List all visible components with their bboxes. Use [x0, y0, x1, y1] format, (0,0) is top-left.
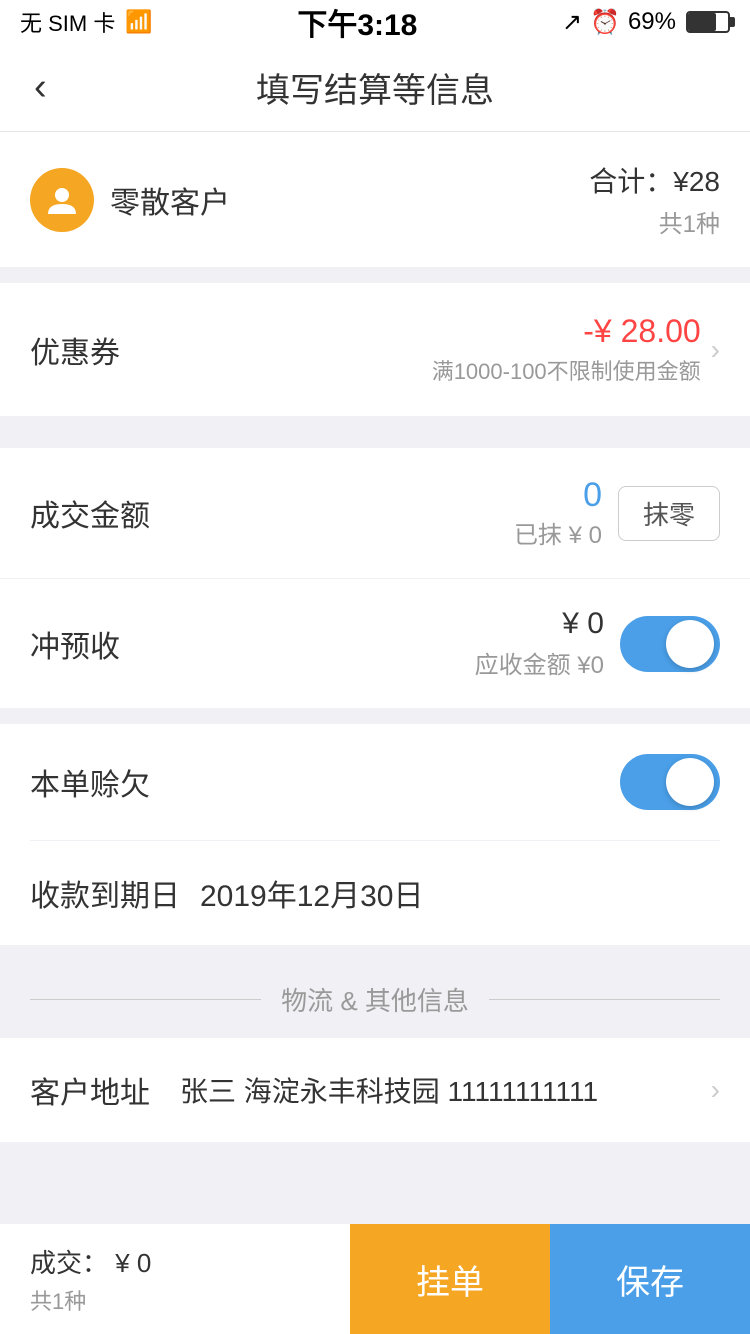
- customer-count: 共1种: [589, 204, 720, 239]
- debt-section: 本单赊欠 收款到期日 2019年12月30日: [0, 724, 750, 945]
- status-left: 无 SIM 卡 📶: [20, 6, 153, 38]
- battery-text: 69%: [628, 8, 676, 36]
- due-date-value: 2019年12月30日: [200, 871, 423, 915]
- transaction-section: 成交金额 0 已抹 ¥ 0 抹零 冲预收 ¥ 0 应收金额 ¥0: [0, 448, 750, 708]
- wifi-icon: 📶: [125, 9, 152, 35]
- bottom-deal: 成交： ¥ 0: [30, 1243, 320, 1280]
- no-sim-text: 无 SIM 卡: [20, 6, 115, 38]
- back-button[interactable]: ‹: [24, 56, 57, 119]
- coupon-chevron-icon: ›: [711, 334, 720, 366]
- logistics-line-left: [30, 999, 261, 1000]
- customer-section: 零散客户 合计：¥28 共1种: [0, 132, 750, 267]
- status-time: 下午3:18: [297, 0, 417, 44]
- content: 零散客户 合计：¥28 共1种 优惠券 -¥ 28.00 满1000-100不限…: [0, 132, 750, 1278]
- prepayment-row: 冲预收 ¥ 0 应收金额 ¥0: [0, 579, 750, 708]
- logistics-line-right: [489, 999, 720, 1000]
- transaction-amount-row: 成交金额 0 已抹 ¥ 0 抹零: [0, 448, 750, 579]
- round-zero-button[interactable]: 抹零: [618, 486, 720, 541]
- prepayment-right: ¥ 0 应收金额 ¥0: [475, 607, 720, 680]
- battery-icon: [686, 11, 730, 33]
- customer-name: 零散客户: [110, 178, 230, 222]
- prepayment-receivable: 应收金额 ¥0: [475, 645, 604, 680]
- location-icon: ↗: [562, 8, 582, 37]
- coupon-label: 优惠券: [30, 328, 120, 372]
- address-label: 客户地址: [30, 1068, 150, 1112]
- customer-avatar: [30, 168, 94, 232]
- debt-toggle-knob: [666, 758, 714, 806]
- due-date-row: 收款到期日 2019年12月30日: [0, 841, 750, 945]
- debt-label: 本单赊欠: [30, 760, 150, 804]
- page-title: 填写结算等信息: [256, 63, 494, 112]
- section-separator-3: [0, 945, 750, 961]
- customer-right: 合计：¥28 共1种: [589, 160, 720, 239]
- transaction-amount-right: 0 已抹 ¥ 0 抹零: [514, 476, 720, 550]
- coupon-row[interactable]: 优惠券 -¥ 28.00 满1000-100不限制使用金额 ›: [0, 283, 750, 416]
- address-value: 张三 海淀永丰科技园 11111111111: [180, 1070, 711, 1110]
- status-right: ↗ ⏰ 69%: [562, 8, 730, 37]
- already-rounded-text: 已抹 ¥ 0: [514, 515, 602, 550]
- customer-total: 合计：¥28: [589, 160, 720, 200]
- bottom-deal-amount: ¥ 0: [115, 1248, 151, 1278]
- customer-left: 零散客户: [30, 168, 230, 232]
- logistics-header: 物流 & 其他信息: [0, 961, 750, 1038]
- coupon-right: -¥ 28.00 满1000-100不限制使用金额 ›: [432, 313, 720, 386]
- coupon-desc: 满1000-100不限制使用金额: [432, 354, 701, 386]
- save-button[interactable]: 保存: [550, 1224, 750, 1334]
- prepayment-toggle-knob: [666, 620, 714, 668]
- bottom-deal-label: 成交：: [30, 1248, 108, 1278]
- debt-row: 本单赊欠: [0, 724, 750, 840]
- address-section[interactable]: 客户地址 张三 海淀永丰科技园 11111111111 ›: [0, 1038, 750, 1142]
- prepayment-toggle[interactable]: [620, 616, 720, 672]
- battery-fill: [688, 13, 716, 31]
- prepayment-label: 冲预收: [30, 622, 120, 666]
- transaction-amount-value[interactable]: 0: [514, 476, 602, 515]
- hold-button[interactable]: 挂单: [350, 1224, 550, 1334]
- address-row[interactable]: 客户地址 张三 海淀永丰科技园 11111111111 ›: [0, 1038, 750, 1142]
- status-bar: 无 SIM 卡 📶 下午3:18 ↗ ⏰ 69%: [0, 0, 750, 44]
- prepayment-amounts: ¥ 0 应收金额 ¥0: [475, 607, 604, 680]
- coupon-right-content: -¥ 28.00 满1000-100不限制使用金额: [432, 313, 701, 386]
- bottom-info: 成交： ¥ 0 共1种: [0, 1224, 350, 1334]
- bottom-count: 共1种: [30, 1284, 320, 1316]
- section-separator-1: [0, 432, 750, 448]
- address-chevron-icon: ›: [711, 1074, 720, 1106]
- transaction-amount-label: 成交金额: [30, 491, 150, 535]
- section-separator-2: [0, 708, 750, 724]
- customer-row: 零散客户 合计：¥28 共1种: [0, 132, 750, 267]
- debt-toggle[interactable]: [620, 754, 720, 810]
- alarm-icon: ⏰: [590, 8, 620, 37]
- nav-bar: ‹ 填写结算等信息: [0, 44, 750, 132]
- coupon-amount: -¥ 28.00: [432, 313, 701, 350]
- coupon-section[interactable]: 优惠券 -¥ 28.00 满1000-100不限制使用金额 ›: [0, 283, 750, 416]
- prepayment-amount: ¥ 0: [475, 607, 604, 641]
- due-date-label: 收款到期日: [30, 871, 180, 915]
- bottom-bar: 成交： ¥ 0 共1种 挂单 保存: [0, 1224, 750, 1334]
- logistics-label: 物流 & 其他信息: [281, 981, 469, 1018]
